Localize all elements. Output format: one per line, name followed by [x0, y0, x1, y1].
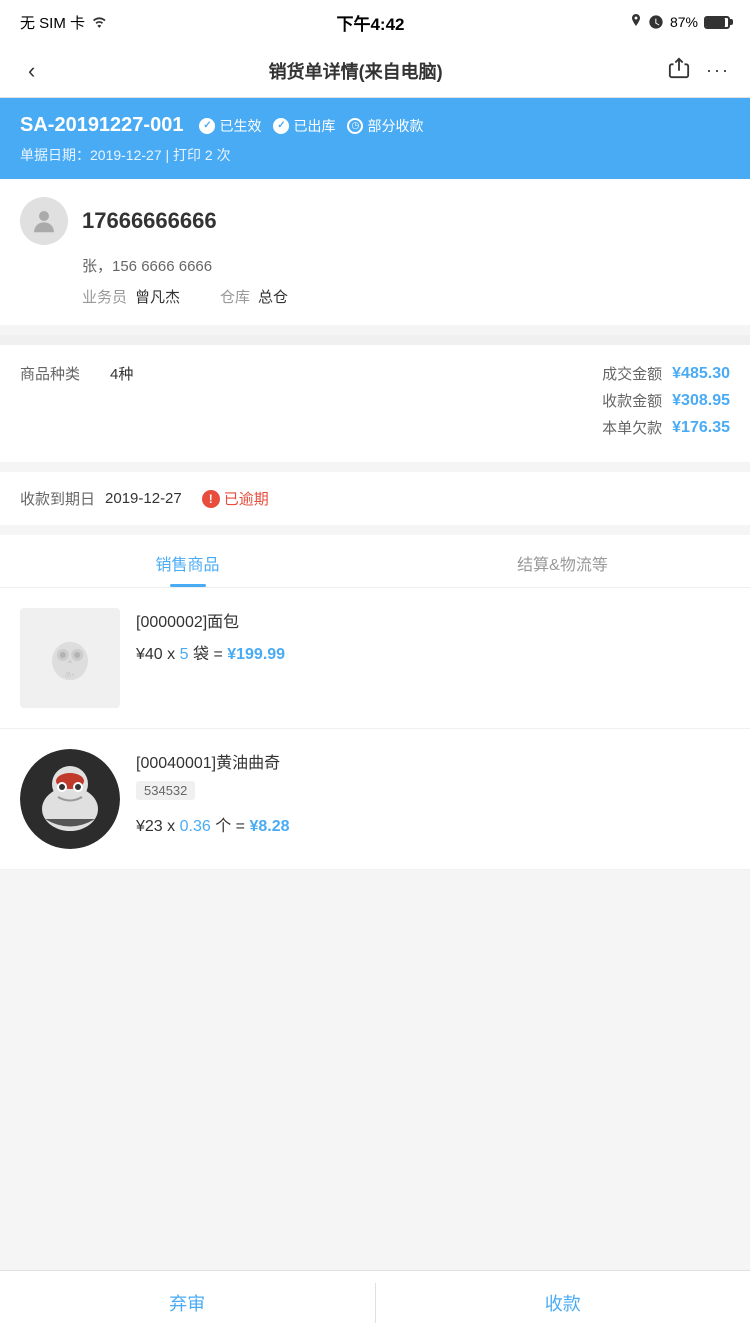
- overdue-badge: ! 已逾期: [202, 488, 269, 509]
- product-price-2: ¥23 x 0.36 个 = ¥8.28: [136, 812, 730, 836]
- product-image-1: 品+: [40, 628, 100, 688]
- customer-section: 17666666666 张，156 6666 6666 业务员 曾凡杰 仓库 总…: [0, 179, 750, 325]
- product-name-1: [0000002]面包: [136, 608, 730, 632]
- due-date-value: 2019-12-27: [105, 490, 182, 507]
- product-total-1: ¥199.99: [227, 646, 285, 663]
- svg-text:品+: 品+: [65, 672, 75, 679]
- order-meta: 单据日期：2019-12-27 | 打印 2 次: [20, 145, 730, 165]
- battery-icon: [704, 16, 730, 29]
- status-left: 无 SIM 卡: [20, 12, 111, 33]
- order-banner: SA-20191227-001 ✓ 已生效 ✓ 已出库 ◷ 部分收款 单据日期：…: [0, 98, 750, 179]
- status-bar: 无 SIM 卡 下午4:42 87%: [0, 0, 750, 44]
- owed-amount-value: ¥176.35: [672, 419, 730, 437]
- product-name-2: [00040001]黄油曲奇: [136, 749, 730, 773]
- status-time: 下午4:42: [336, 10, 404, 35]
- product-info-2: [00040001]黄油曲奇 534532 ¥23 x 0.36 个 = ¥8.…: [136, 749, 730, 836]
- due-date-label: 收款到期日: [20, 488, 95, 509]
- location-icon: [630, 14, 642, 30]
- product-info-1: [0000002]面包 ¥40 x 5 袋 = ¥199.99: [136, 608, 730, 664]
- deal-amount-label: 成交金额: [602, 363, 662, 384]
- tabs-section: 销售商品 结算&物流等 品+ [0000002]面包: [0, 535, 750, 870]
- product-thumb-1: 品+: [20, 608, 120, 708]
- alarm-icon: [648, 14, 664, 30]
- status-right: 87%: [630, 14, 730, 30]
- product-qty-1: 5: [180, 646, 189, 663]
- product-thumb-2: [20, 749, 120, 849]
- status-shipped: ✓ 已出库: [273, 116, 335, 136]
- owed-amount-label: 本单欠款: [602, 417, 662, 438]
- warehouse-label: 仓库: [220, 286, 250, 307]
- battery-text: 87%: [670, 14, 698, 30]
- overdue-icon: !: [202, 490, 220, 508]
- product-types-label: 商品种类: [20, 363, 100, 384]
- warehouse-value: 总仓: [258, 286, 288, 307]
- customer-info-row: 业务员 曾凡杰 仓库 总仓: [82, 286, 730, 307]
- order-id: SA-20191227-001: [20, 114, 183, 137]
- nav-actions: ···: [668, 57, 730, 85]
- product-total-2: ¥8.28: [249, 818, 289, 835]
- check-icon-1: ✓: [199, 118, 215, 134]
- received-amount-value: ¥308.95: [672, 392, 730, 410]
- bottom-bar: 弃审 收款: [0, 1270, 750, 1334]
- collect-button[interactable]: 收款: [376, 1271, 750, 1334]
- product-list: 品+ [0000002]面包 ¥40 x 5 袋 = ¥199.99: [0, 588, 750, 870]
- share-button[interactable]: [668, 57, 690, 85]
- wifi-icon: [93, 15, 111, 29]
- product-item-2: [00040001]黄油曲奇 534532 ¥23 x 0.36 个 = ¥8.…: [0, 729, 750, 870]
- summary-section: 商品种类 4种 成交金额 ¥485.30 收款金额 ¥308.95 本单欠款 ¥…: [0, 345, 750, 462]
- more-button[interactable]: ···: [706, 60, 730, 81]
- product-item: 品+ [0000002]面包 ¥40 x 5 袋 = ¥199.99: [0, 588, 750, 729]
- deal-amount-value: ¥485.30: [672, 365, 730, 383]
- nav-bar: ‹ 销货单详情(来自电脑) ···: [0, 44, 750, 98]
- product-qty-2: 0.36: [180, 818, 211, 835]
- carrier-text: 无 SIM 卡: [20, 12, 85, 33]
- page-title: 销货单详情(来自电脑): [269, 58, 443, 84]
- status-partial: ◷ 部分收款: [347, 116, 423, 136]
- check-icon-2: ✓: [273, 118, 289, 134]
- product-image-2: [20, 749, 120, 849]
- product-sku-2: 534532: [136, 781, 195, 800]
- tabs-row: 销售商品 结算&物流等: [0, 535, 750, 588]
- due-date-section: 收款到期日 2019-12-27 ! 已逾期: [0, 472, 750, 525]
- customer-name: 17666666666: [82, 208, 217, 234]
- clock-icon: ◷: [347, 118, 363, 134]
- customer-avatar: [20, 197, 68, 245]
- tab-sales-products[interactable]: 销售商品: [0, 535, 375, 587]
- divider-1: [0, 335, 750, 345]
- sales-label: 业务员: [82, 286, 127, 307]
- customer-sub: 张，156 6666 6666: [82, 255, 730, 276]
- back-button[interactable]: ‹: [20, 50, 43, 92]
- received-amount-label: 收款金额: [602, 390, 662, 411]
- reject-button[interactable]: 弃审: [0, 1271, 375, 1334]
- product-price-1: ¥40 x 5 袋 = ¥199.99: [136, 640, 730, 664]
- sales-value: 曾凡杰: [135, 286, 180, 307]
- overdue-text: 已逾期: [224, 488, 269, 509]
- status-badges: ✓ 已生效 ✓ 已出库 ◷ 部分收款: [199, 116, 423, 136]
- tab-settlement[interactable]: 结算&物流等: [375, 535, 750, 587]
- status-effective: ✓ 已生效: [199, 116, 261, 136]
- product-types-value: 4种: [110, 363, 133, 384]
